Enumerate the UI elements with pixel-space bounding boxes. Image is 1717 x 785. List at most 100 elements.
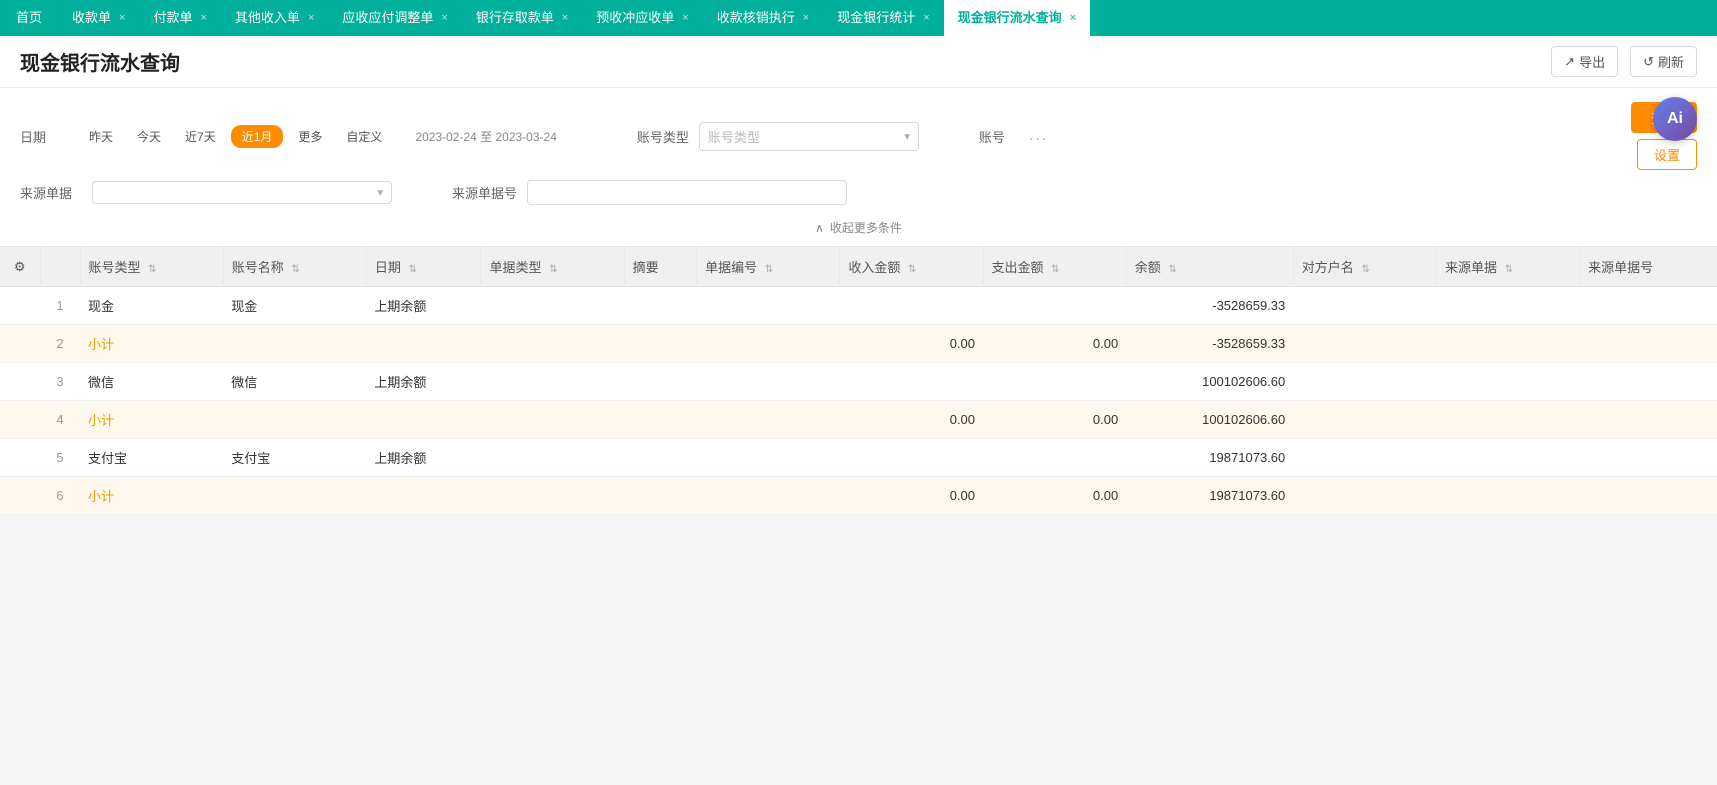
date-range-display: 2023-02-24 至 2023-03-24 — [415, 128, 556, 145]
th-expense[interactable]: 支出金额 ⇅ — [983, 247, 1126, 287]
table-body: 1 现金 现金 上期余额 -3528659.33 2 小计 0.00 0.00 … — [0, 287, 1717, 515]
date-btn-more[interactable]: 更多 — [289, 125, 331, 148]
close-icon-7[interactable]: × — [923, 0, 929, 36]
td-expense — [983, 287, 1126, 325]
th-account-name[interactable]: 账号名称 ⇅ — [223, 247, 366, 287]
table-row[interactable]: 3 微信 微信 上期余额 100102606.60 — [0, 363, 1717, 401]
date-btn-yesterday[interactable]: 昨天 — [80, 125, 122, 148]
td-account-name: 现金 — [223, 287, 366, 325]
collapse-label: 收起更多条件 — [830, 219, 902, 236]
close-icon-1[interactable]: × — [200, 0, 206, 36]
account-type-label: 账号类型 — [637, 127, 689, 146]
td-balance: -3528659.33 — [1126, 287, 1293, 325]
table-row[interactable]: 4 小计 0.00 0.00 100102606.60 — [0, 401, 1717, 439]
close-icon-4[interactable]: × — [562, 0, 568, 36]
td-doc-num — [697, 401, 840, 439]
td-account-type: 小计 — [80, 477, 223, 515]
data-table: ⚙ 账号类型 ⇅ 账号名称 ⇅ 日期 ⇅ 单据类型 ⇅ 摘要 单据编号 ⇅ 收入… — [0, 247, 1717, 515]
close-icon-0[interactable]: × — [119, 0, 125, 36]
header-actions: ↗ 导出 ↺ 刷新 — [1551, 46, 1697, 77]
date-options: 昨天 今天 近7天 近1月 更多 自定义 — [80, 125, 391, 148]
account-type-select[interactable]: 账号类型 ▾ — [699, 122, 919, 151]
nav-item-8[interactable]: 现金银行流水查询 × — [944, 0, 1090, 36]
th-summary[interactable]: 摘要 — [624, 247, 696, 287]
td-date: 上期余额 — [366, 287, 481, 325]
td-counterparty — [1293, 401, 1436, 439]
td-account-type: 现金 — [80, 287, 223, 325]
date-btn-custom[interactable]: 自定义 — [337, 125, 391, 148]
account-dots[interactable]: ... — [1029, 127, 1048, 145]
nav-item-2[interactable]: 其他收入单 × — [221, 0, 328, 36]
td-doc-num — [697, 363, 840, 401]
td-balance: -3528659.33 — [1126, 325, 1293, 363]
date-btn-7days[interactable]: 近7天 — [176, 125, 225, 148]
td-gear — [0, 287, 40, 325]
td-expense — [983, 439, 1126, 477]
td-source-doc — [1436, 477, 1579, 515]
ai-badge[interactable]: Ai — [1653, 97, 1697, 141]
table-row[interactable]: 5 支付宝 支付宝 上期余额 19871073.60 — [0, 439, 1717, 477]
collapse-bar[interactable]: ∧ 收起更多条件 — [20, 215, 1697, 236]
th-counterparty[interactable]: 对方户名 ⇅ — [1293, 247, 1436, 287]
table-row[interactable]: 1 现金 现金 上期余额 -3528659.33 — [0, 287, 1717, 325]
table-row[interactable]: 2 小计 0.00 0.00 -3528659.33 — [0, 325, 1717, 363]
th-gear[interactable]: ⚙ — [0, 247, 40, 287]
td-balance: 100102606.60 — [1126, 401, 1293, 439]
th-date[interactable]: 日期 ⇅ — [366, 247, 481, 287]
close-icon-2[interactable]: × — [308, 0, 314, 36]
top-nav: 首页 收款单 × 付款单 × 其他收入单 × 应收应付调整单 × 银行存取款单 … — [0, 0, 1717, 36]
source-doc-num-input[interactable] — [527, 180, 847, 205]
td-account-type: 支付宝 — [80, 439, 223, 477]
th-source-doc[interactable]: 来源单据 ⇅ — [1436, 247, 1579, 287]
td-row-num: 5 — [40, 439, 80, 477]
td-row-num: 6 — [40, 477, 80, 515]
nav-item-0[interactable]: 收款单 × — [58, 0, 139, 36]
th-doc-type[interactable]: 单据类型 ⇅ — [481, 247, 624, 287]
td-doc-type — [481, 325, 624, 363]
td-counterparty — [1293, 325, 1436, 363]
td-row-num: 4 — [40, 401, 80, 439]
nav-item-5[interactable]: 预收冲应收单 × — [582, 0, 702, 36]
nav-item-3[interactable]: 应收应付调整单 × — [328, 0, 461, 36]
settings-button[interactable]: 设置 — [1637, 139, 1697, 170]
td-doc-num — [697, 439, 840, 477]
td-source-doc-num — [1580, 325, 1717, 363]
td-counterparty — [1293, 363, 1436, 401]
page-title: 现金银行流水查询 — [20, 47, 180, 76]
date-btn-today[interactable]: 今天 — [128, 125, 170, 148]
td-doc-type — [481, 401, 624, 439]
collapse-arrow-icon: ∧ — [815, 221, 824, 235]
td-source-doc-num — [1580, 287, 1717, 325]
td-source-doc-num — [1580, 439, 1717, 477]
td-balance: 100102606.60 — [1126, 363, 1293, 401]
td-income — [840, 439, 983, 477]
th-balance[interactable]: 余额 ⇅ — [1126, 247, 1293, 287]
td-summary — [624, 439, 696, 477]
close-icon-8[interactable]: × — [1070, 0, 1076, 36]
nav-home[interactable]: 首页 — [0, 0, 58, 36]
td-date — [366, 401, 481, 439]
td-account-type: 小计 — [80, 401, 223, 439]
export-button[interactable]: ↗ 导出 — [1551, 46, 1618, 77]
date-btn-1month[interactable]: 近1月 — [231, 125, 284, 148]
nav-item-4[interactable]: 银行存取款单 × — [462, 0, 582, 36]
close-icon-5[interactable]: × — [682, 0, 688, 36]
account-label: 账号 — [979, 127, 1019, 146]
nav-item-1[interactable]: 付款单 × — [139, 0, 220, 36]
close-icon-3[interactable]: × — [441, 0, 447, 36]
td-date — [366, 325, 481, 363]
td-doc-num — [697, 287, 840, 325]
th-source-doc-num[interactable]: 来源单据号 — [1580, 247, 1717, 287]
source-doc-select[interactable]: ▾ — [92, 181, 392, 204]
refresh-button[interactable]: ↺ 刷新 — [1630, 46, 1697, 77]
th-doc-num[interactable]: 单据编号 ⇅ — [697, 247, 840, 287]
th-account-type[interactable]: 账号类型 ⇅ — [80, 247, 223, 287]
td-source-doc-num — [1580, 401, 1717, 439]
table-row[interactable]: 6 小计 0.00 0.00 19871073.60 — [0, 477, 1717, 515]
nav-item-7[interactable]: 现金银行统计 × — [823, 0, 943, 36]
th-income[interactable]: 收入金额 ⇅ — [840, 247, 983, 287]
td-source-doc-num — [1580, 363, 1717, 401]
td-summary — [624, 401, 696, 439]
nav-item-6[interactable]: 收款核销执行 × — [703, 0, 823, 36]
close-icon-6[interactable]: × — [803, 0, 809, 36]
